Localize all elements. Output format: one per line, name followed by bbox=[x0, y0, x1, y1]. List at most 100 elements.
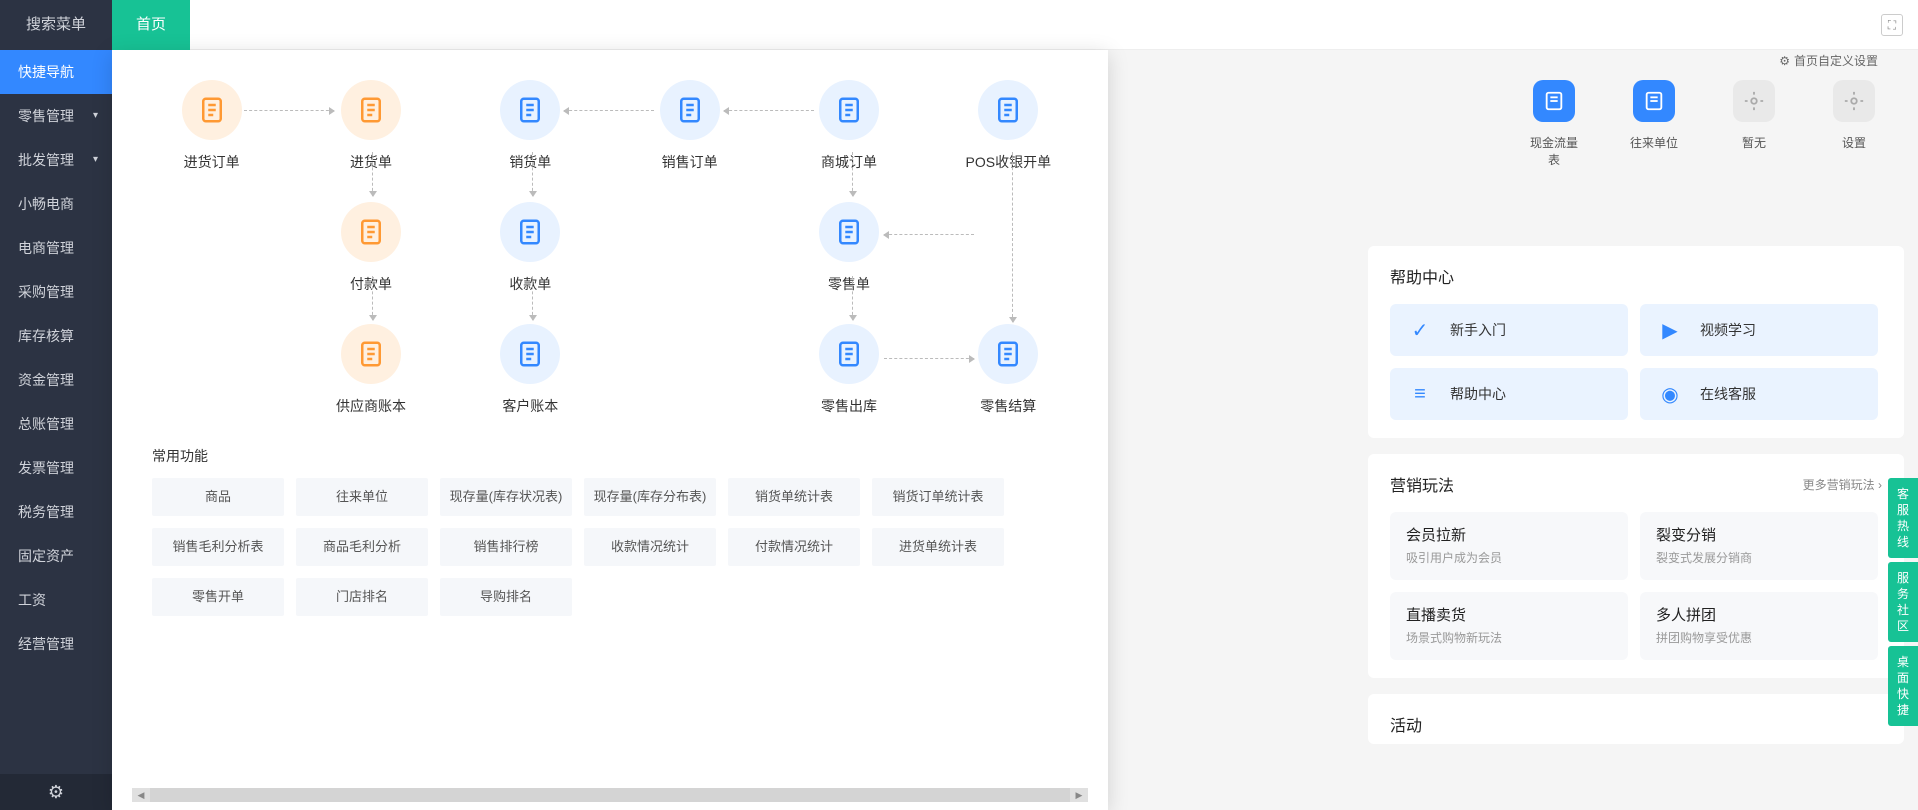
flow-arrow bbox=[244, 110, 334, 111]
flow-cell[interactable]: 零售单 bbox=[769, 202, 928, 294]
flow-cell[interactable]: 商城订单 bbox=[769, 80, 928, 172]
common-function-button[interactable]: 往来单位 bbox=[296, 478, 428, 516]
flow-cell[interactable]: 客户账本 bbox=[451, 324, 610, 416]
marketing-item-sub: 拼团购物享受优惠 bbox=[1656, 629, 1862, 646]
tool-label: 设置 bbox=[1830, 134, 1878, 151]
toolbar-item[interactable]: 暂无 bbox=[1730, 80, 1778, 151]
common-function-button[interactable]: 导购排名 bbox=[440, 578, 572, 616]
tab-home[interactable]: 首页 bbox=[112, 0, 190, 50]
flyout-scrollbar[interactable]: ◀ ▶ bbox=[132, 788, 1088, 802]
marketing-item[interactable]: 直播卖货场景式购物新玩法 bbox=[1390, 592, 1628, 660]
flow-label: 供应商账本 bbox=[291, 396, 450, 416]
flow-cell[interactable]: 收款单 bbox=[451, 202, 610, 294]
flow-cell[interactable]: 零售出库 bbox=[769, 324, 928, 416]
sidebar-item[interactable]: 库存核算 bbox=[0, 314, 112, 358]
flow-cell[interactable]: 供应商账本 bbox=[291, 324, 450, 416]
sidebar-item[interactable]: 零售管理▾ bbox=[0, 94, 112, 138]
flow-cell[interactable]: 付款单 bbox=[291, 202, 450, 294]
toolbar-item[interactable]: 现金流量表 bbox=[1530, 80, 1578, 168]
marketing-item-title: 裂变分销 bbox=[1656, 524, 1862, 545]
settings-gear-icon[interactable]: ⚙ bbox=[0, 774, 112, 810]
common-function-button[interactable]: 进货单统计表 bbox=[872, 528, 1004, 566]
right-panel: 帮助中心 ✓新手入门▶视频学习≡帮助中心◉在线客服 营销玩法 更多营销玩法 › … bbox=[1368, 246, 1904, 760]
sidebar-item[interactable]: 小畅电商 bbox=[0, 182, 112, 226]
flow-label: 客户账本 bbox=[451, 396, 610, 416]
flow-circle-icon bbox=[341, 202, 401, 262]
sidebar-item[interactable]: 快捷导航 bbox=[0, 50, 112, 94]
flow-arrow bbox=[532, 152, 533, 196]
flow-circle-icon bbox=[660, 80, 720, 140]
common-function-button[interactable]: 现存量(库存状况表) bbox=[440, 478, 572, 516]
flow-cell[interactable]: POS收银开单 bbox=[929, 80, 1088, 172]
flow-label: 零售出库 bbox=[769, 396, 928, 416]
help-label: 新手入门 bbox=[1450, 320, 1506, 340]
sidebar-search[interactable]: 搜索菜单 bbox=[0, 0, 112, 50]
sidebar-item[interactable]: 批发管理▾ bbox=[0, 138, 112, 182]
common-title: 常用功能 bbox=[152, 446, 1088, 466]
flow-label: 零售单 bbox=[769, 274, 928, 294]
common-function-button[interactable]: 商品 bbox=[152, 478, 284, 516]
help-item[interactable]: ▶视频学习 bbox=[1640, 304, 1878, 356]
flow-label: 进货单 bbox=[291, 152, 450, 172]
flow-cell[interactable]: 进货单 bbox=[291, 80, 450, 172]
marketing-item[interactable]: 多人拼团拼团购物享受优惠 bbox=[1640, 592, 1878, 660]
common-function-button[interactable]: 销货订单统计表 bbox=[872, 478, 1004, 516]
fullscreen-icon[interactable]: ⛶ bbox=[1881, 14, 1903, 36]
side-tags: 客服热线服务社区桌面快捷 bbox=[1888, 478, 1918, 730]
flow-label: 收款单 bbox=[451, 274, 610, 294]
sidebar-item[interactable]: 电商管理 bbox=[0, 226, 112, 270]
help-icon: ≡ bbox=[1406, 380, 1434, 408]
help-item[interactable]: ≡帮助中心 bbox=[1390, 368, 1628, 420]
sidebar-item[interactable]: 固定资产 bbox=[0, 534, 112, 578]
quick-toolbar: 现金流量表 往来单位暂无 设置 bbox=[1530, 80, 1918, 168]
scroll-right-icon[interactable]: ▶ bbox=[1070, 788, 1088, 802]
common-function-button[interactable]: 零售开单 bbox=[152, 578, 284, 616]
tool-icon bbox=[1733, 80, 1775, 122]
marketing-item[interactable]: 裂变分销裂变式发展分销商 bbox=[1640, 512, 1878, 580]
marketing-item[interactable]: 会员拉新吸引用户成为会员 bbox=[1390, 512, 1628, 580]
side-tag[interactable]: 客服热线 bbox=[1888, 478, 1918, 558]
flow-label: 商城订单 bbox=[769, 152, 928, 172]
home-custom-setting[interactable]: ⚙ 首页自定义设置 bbox=[1779, 52, 1878, 69]
marketing-more[interactable]: 更多营销玩法 › bbox=[1803, 476, 1882, 493]
tool-icon bbox=[1633, 80, 1675, 122]
sidebar-item[interactable]: 工资 bbox=[0, 578, 112, 622]
common-function-button[interactable]: 商品毛利分析 bbox=[296, 528, 428, 566]
marketing-item-title: 会员拉新 bbox=[1406, 524, 1612, 545]
tool-label: 暂无 bbox=[1730, 134, 1778, 151]
side-tag[interactable]: 服务社区 bbox=[1888, 562, 1918, 642]
sidebar-item[interactable]: 发票管理 bbox=[0, 446, 112, 490]
common-function-button[interactable]: 销货单统计表 bbox=[728, 478, 860, 516]
help-icon: ▶ bbox=[1656, 316, 1684, 344]
flow-cell[interactable]: 销售订单 bbox=[610, 80, 769, 172]
flow-arrow bbox=[564, 110, 654, 111]
common-function-button[interactable]: 现存量(库存分布表) bbox=[584, 478, 716, 516]
common-function-button[interactable]: 门店排名 bbox=[296, 578, 428, 616]
flow-cell[interactable]: 销货单 bbox=[451, 80, 610, 172]
flow-label: 零售结算 bbox=[929, 396, 1088, 416]
scroll-left-icon[interactable]: ◀ bbox=[132, 788, 150, 802]
chevron-down-icon: ▾ bbox=[93, 138, 98, 182]
scrollbar-track[interactable] bbox=[150, 788, 1070, 802]
toolbar-item[interactable]: 设置 bbox=[1830, 80, 1878, 151]
flow-circle-icon bbox=[500, 202, 560, 262]
help-icon: ◉ bbox=[1656, 380, 1684, 408]
help-item[interactable]: ✓新手入门 bbox=[1390, 304, 1628, 356]
flow-cell[interactable]: 进货订单 bbox=[132, 80, 291, 172]
sidebar-item[interactable]: 资金管理 bbox=[0, 358, 112, 402]
sidebar-item[interactable]: 税务管理 bbox=[0, 490, 112, 534]
toolbar-item[interactable]: 往来单位 bbox=[1630, 80, 1678, 151]
flow-circle-icon bbox=[182, 80, 242, 140]
main-area: ⚙ 首页自定义设置 现金流量表往来单位暂无设置 帮助中心 ✓新手入门▶视频学习≡… bbox=[112, 50, 1918, 810]
side-tag[interactable]: 桌面快捷 bbox=[1888, 646, 1918, 726]
flow-cell[interactable]: 零售结算 bbox=[929, 324, 1088, 416]
common-function-button[interactable]: 销售排行榜 bbox=[440, 528, 572, 566]
sidebar-item[interactable]: 采购管理 bbox=[0, 270, 112, 314]
sidebar-item[interactable]: 总账管理 bbox=[0, 402, 112, 446]
help-item[interactable]: ◉在线客服 bbox=[1640, 368, 1878, 420]
common-function-button[interactable]: 付款情况统计 bbox=[728, 528, 860, 566]
common-function-button[interactable]: 收款情况统计 bbox=[584, 528, 716, 566]
marketing-title: 营销玩法 bbox=[1390, 472, 1454, 496]
sidebar-item[interactable]: 经营管理 bbox=[0, 622, 112, 666]
common-function-button[interactable]: 销售毛利分析表 bbox=[152, 528, 284, 566]
